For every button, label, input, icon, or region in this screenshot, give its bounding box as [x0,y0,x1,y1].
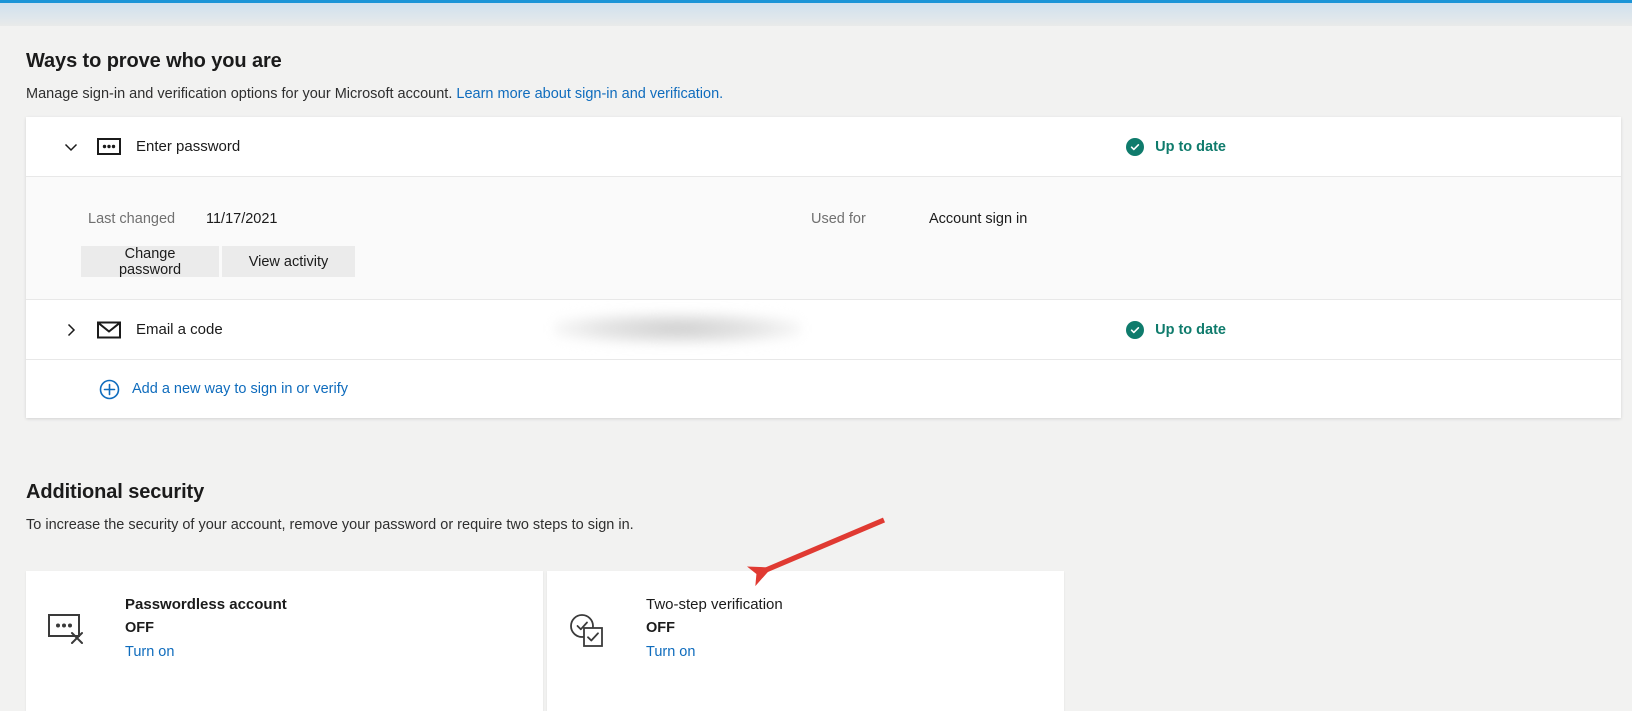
redacted-email-value [554,312,801,345]
additional-security-title: Additional security [26,481,205,503]
email-status-text: Up to date [1155,321,1226,338]
envelope-icon [97,321,127,339]
passwordless-account-title: Passwordless account [125,596,287,613]
passwordless-turn-on-link[interactable]: Turn on [125,644,174,660]
learn-more-link[interactable]: Learn more about sign-in and verificatio… [456,86,723,102]
email-row-label: Email a code [136,321,223,338]
ways-description: Manage sign-in and verification options … [26,86,723,102]
two-step-turn-on-link[interactable]: Turn on [646,644,695,660]
two-step-verification-title: Two-step verification [646,596,783,613]
password-row[interactable]: Enter password Up to date [26,117,1621,176]
add-signin-method-label: Add a new way to sign in or verify [132,381,348,397]
account-security-page: Ways to prove who you are Manage sign-in… [0,26,1632,711]
last-changed-label: Last changed [88,211,176,227]
chevron-down-icon[interactable] [57,138,85,156]
check-circle-icon [1126,137,1145,156]
view-activity-button[interactable]: View activity [222,246,355,277]
password-row-label: Enter password [136,138,241,155]
plus-circle-icon[interactable] [99,379,120,400]
change-password-button[interactable]: Change password [81,246,219,278]
chevron-right-icon[interactable] [57,321,85,339]
sign-in-methods-card: Enter password Up to date Last changed 1… [26,117,1621,418]
security-options-cards: Passwordless account OFF Turn on Two-ste… [26,571,1064,711]
used-for-label: Used for [811,211,866,227]
page-title: Ways to prove who you are [26,50,282,72]
two-step-verification-card[interactable]: Two-step verification OFF Turn on [547,571,1064,711]
ways-description-text: Manage sign-in and verification options … [26,86,453,102]
last-changed-value: 11/17/2021 [206,211,278,227]
passwordless-account-state: OFF [125,620,154,636]
password-status-text: Up to date [1155,138,1226,155]
additional-security-description: To increase the security of your account… [26,517,634,533]
add-signin-method-row[interactable]: Add a new way to sign in or verify [26,360,1621,418]
email-row[interactable]: Email a code Up to date [26,300,1621,359]
email-status-badge: Up to date [1126,320,1621,339]
two-step-check-icon [569,614,607,655]
two-step-verification-state: OFF [646,620,675,636]
check-circle-icon [1126,320,1145,339]
passwordless-account-card[interactable]: Passwordless account OFF Turn on [26,571,543,711]
browser-top-gradient-bar [0,0,1632,26]
password-status-badge: Up to date [1126,137,1621,156]
password-detail-panel: Last changed 11/17/2021 Used for Account… [26,177,1621,299]
used-for-value: Account sign in [929,211,1028,227]
password-dots-icon [97,138,127,155]
password-disabled-icon [48,614,86,652]
